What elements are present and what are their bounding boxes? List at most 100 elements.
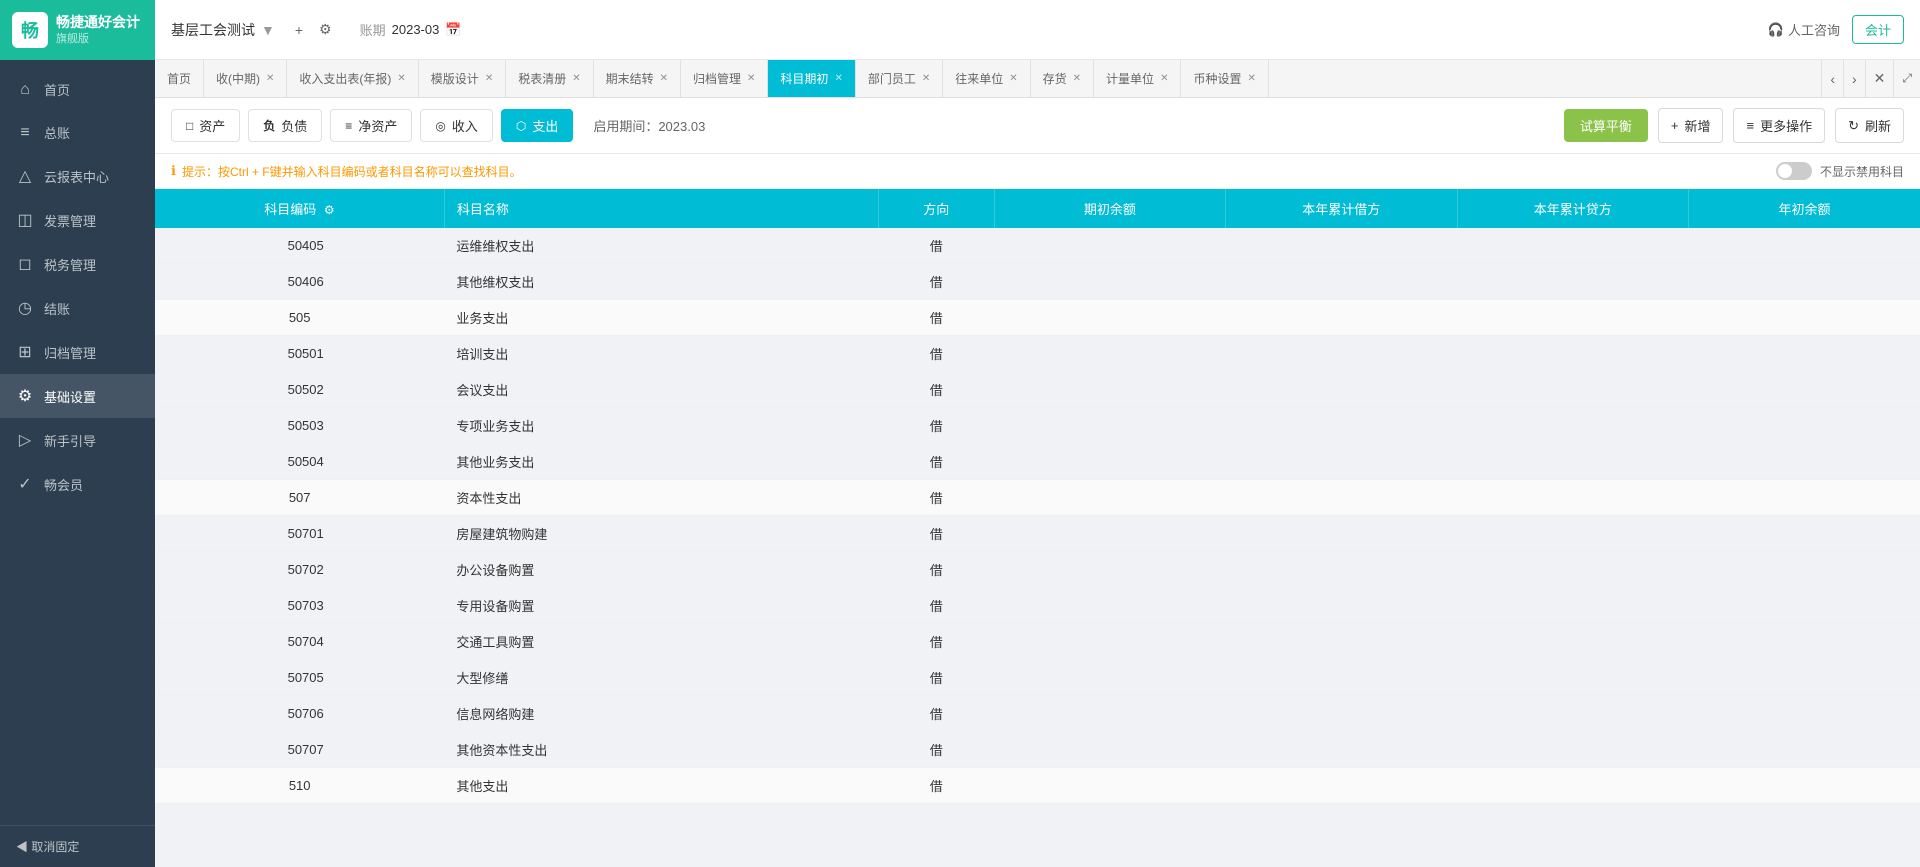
cell-code: 50502 <box>155 372 444 408</box>
tab-customers[interactable]: 往来单位 ✕ <box>943 60 1030 98</box>
tab-home[interactable]: 首页 <box>155 60 204 98</box>
cell-init-balance <box>994 660 1225 696</box>
tab-close-currency[interactable]: ✕ <box>1247 73 1255 84</box>
tab-close-all-btn[interactable]: ✕ <box>1865 60 1894 98</box>
topbar: 基层工会测试 ▼ + ⚙ 账期 2023-03 📅 🎧 人工咨询 会计 <box>155 0 1920 60</box>
sidebar-item-settings[interactable]: ⚙ 基础设置 <box>0 374 155 418</box>
period-display: 启用期间：2023.03 <box>593 116 705 135</box>
tab-cashflow-mid[interactable]: 收(中期) ✕ <box>204 60 287 98</box>
sidebar-item-invoice[interactable]: ◫ 发票管理 <box>0 198 155 242</box>
refresh-btn[interactable]: ↻ 刷新 <box>1835 108 1904 143</box>
company-settings-btn[interactable]: ⚙ <box>315 17 336 42</box>
cell-init-balance <box>994 408 1225 444</box>
balance-calc-btn[interactable]: 试算平衡 <box>1564 109 1648 142</box>
sidebar-item-archive[interactable]: ⊞ 归档管理 <box>0 330 155 374</box>
archive-icon: ⊞ <box>16 342 34 362</box>
tab-period-close[interactable]: 期末结转 ✕ <box>594 60 681 98</box>
sidebar-item-guide[interactable]: ▷ 新手引导 <box>0 418 155 462</box>
tab-prev-btn[interactable]: ‹ <box>1821 60 1843 98</box>
cell-year-balance <box>1689 300 1920 336</box>
tab-template[interactable]: 模版设计 ✕ <box>419 60 506 98</box>
sidebar-item-member[interactable]: ✓ 畅会员 <box>0 462 155 506</box>
sidebar-item-reports[interactable]: △ 云报表中心 <box>0 154 155 198</box>
cell-year-debit <box>1226 336 1457 372</box>
reports-icon: △ <box>16 166 34 186</box>
table-row[interactable]: 50503 专项业务支出 借 <box>155 408 1920 444</box>
subtab-netasset[interactable]: ≡ 净资产 <box>330 109 412 142</box>
income-icon: ◎ <box>435 119 445 133</box>
cell-year-balance <box>1689 264 1920 300</box>
disable-subject-toggle[interactable] <box>1776 162 1812 180</box>
calendar-icon[interactable]: 📅 <box>445 22 461 38</box>
table-row[interactable]: 50705 大型修缮 借 <box>155 660 1920 696</box>
tab-close-subject-init[interactable]: ✕ <box>834 73 842 84</box>
subject-table-container[interactable]: 科目编码 ⚙ 科目名称 方向 期初余额 本年累计借方 本年累计贷方 年初余额 5… <box>155 189 1920 867</box>
tab-archive[interactable]: 归档管理 ✕ <box>681 60 768 98</box>
sidebar-item-close[interactable]: ◷ 结账 <box>0 286 155 330</box>
tab-close-template[interactable]: ✕ <box>485 73 493 84</box>
table-row[interactable]: 50703 专用设备购置 借 <box>155 588 1920 624</box>
table-row[interactable]: 50706 信息网络购建 借 <box>155 696 1920 732</box>
col-header-direction: 方向 <box>878 189 994 228</box>
table-row[interactable]: 505 业务支出 借 <box>155 300 1920 336</box>
company-selector[interactable]: 基层工会测试 ▼ <box>171 20 275 40</box>
table-row[interactable]: 50502 会议支出 借 <box>155 372 1920 408</box>
subject-table: 科目编码 ⚙ 科目名称 方向 期初余额 本年累计借方 本年累计贷方 年初余额 5… <box>155 189 1920 804</box>
table-row[interactable]: 50704 交通工具购置 借 <box>155 624 1920 660</box>
tab-subject-init[interactable]: 科目期初 ✕ <box>768 60 855 98</box>
support-btn[interactable]: 🎧 人工咨询 <box>1768 20 1840 39</box>
table-row[interactable]: 50501 培训支出 借 <box>155 336 1920 372</box>
table-row[interactable]: 50406 其他维权支出 借 <box>155 264 1920 300</box>
more-ops-btn[interactable]: ≡ 更多操作 <box>1733 108 1825 143</box>
sidebar-item-tax[interactable]: ◻ 税务管理 <box>0 242 155 286</box>
cell-year-debit <box>1226 660 1457 696</box>
tab-tax-clear[interactable]: 税表清册 ✕ <box>506 60 593 98</box>
cell-year-debit <box>1226 732 1457 768</box>
sidebar-item-ledger[interactable]: ≡ 总账 <box>0 111 155 154</box>
tab-next-btn[interactable]: › <box>1843 60 1865 98</box>
tab-close-archive[interactable]: ✕ <box>747 73 755 84</box>
tab-close-period-close[interactable]: ✕ <box>660 73 668 84</box>
tab-close-unit[interactable]: ✕ <box>1160 73 1168 84</box>
main-area: 基层工会测试 ▼ + ⚙ 账期 2023-03 📅 🎧 人工咨询 会计 首页 收… <box>155 0 1920 867</box>
cell-name: 运维维权支出 <box>444 228 878 264</box>
table-row[interactable]: 50707 其他资本性支出 借 <box>155 732 1920 768</box>
table-row[interactable]: 50702 办公设备购置 借 <box>155 552 1920 588</box>
subtab-income[interactable]: ◎ 收入 <box>420 109 493 142</box>
table-row[interactable]: 50405 运维维权支出 借 <box>155 228 1920 264</box>
table-row[interactable]: 50504 其他业务支出 借 <box>155 444 1920 480</box>
tab-close-inventory[interactable]: ✕ <box>1073 73 1081 84</box>
tab-dept-emp[interactable]: 部门员工 ✕ <box>856 60 943 98</box>
tab-close-customers[interactable]: ✕ <box>1009 73 1017 84</box>
tab-unit[interactable]: 计量单位 ✕ <box>1094 60 1181 98</box>
cell-year-credit <box>1457 588 1688 624</box>
cell-init-balance <box>994 732 1225 768</box>
sidebar-collapse-btn[interactable]: ◀ 取消固定 <box>0 825 155 867</box>
cell-code: 507 <box>155 480 444 516</box>
user-role-btn[interactable]: 会计 <box>1852 15 1904 44</box>
sidebar-item-home[interactable]: ⌂ 首页 <box>0 68 155 111</box>
cell-code: 510 <box>155 768 444 804</box>
subtab-liability[interactable]: 负 负债 <box>248 109 322 142</box>
tab-currency[interactable]: 币种设置 ✕ <box>1181 60 1268 98</box>
cell-name: 其他业务支出 <box>444 444 878 480</box>
add-company-btn[interactable]: + <box>291 18 307 42</box>
table-row[interactable]: 510 其他支出 借 <box>155 768 1920 804</box>
sidebar-logo: 畅 畅捷通好会计 旗舰版 <box>0 0 155 60</box>
subtab-asset[interactable]: □ 资产 <box>171 109 240 142</box>
tab-close-income-annual[interactable]: ✕ <box>397 73 405 84</box>
table-row[interactable]: 507 资本性支出 借 <box>155 480 1920 516</box>
tab-close-tax-clear[interactable]: ✕ <box>572 73 580 84</box>
tab-close-dept-emp[interactable]: ✕ <box>922 73 930 84</box>
tab-close-cashflow-mid[interactable]: ✕ <box>266 73 274 84</box>
add-btn[interactable]: + 新增 <box>1658 108 1724 143</box>
tab-bar: 首页 收(中期) ✕ 收入支出表(年报) ✕ 模版设计 ✕ 税表清册 ✕ 期末结… <box>155 60 1920 98</box>
col-settings-icon[interactable]: ⚙ <box>324 203 335 217</box>
tab-income-annual[interactable]: 收入支出表(年报) ✕ <box>287 60 418 98</box>
tab-inventory[interactable]: 存货 ✕ <box>1031 60 1094 98</box>
tab-expand-btn[interactable]: ⤢ <box>1893 60 1920 98</box>
sidebar-nav: ⌂ 首页 ≡ 总账 △ 云报表中心 ◫ 发票管理 ◻ 税务管理 ◷ 结账 ⊞ 归… <box>0 60 155 825</box>
subtab-expense[interactable]: ⬡ 支出 <box>501 109 574 142</box>
table-row[interactable]: 50701 房屋建筑物购建 借 <box>155 516 1920 552</box>
cell-init-balance <box>994 552 1225 588</box>
